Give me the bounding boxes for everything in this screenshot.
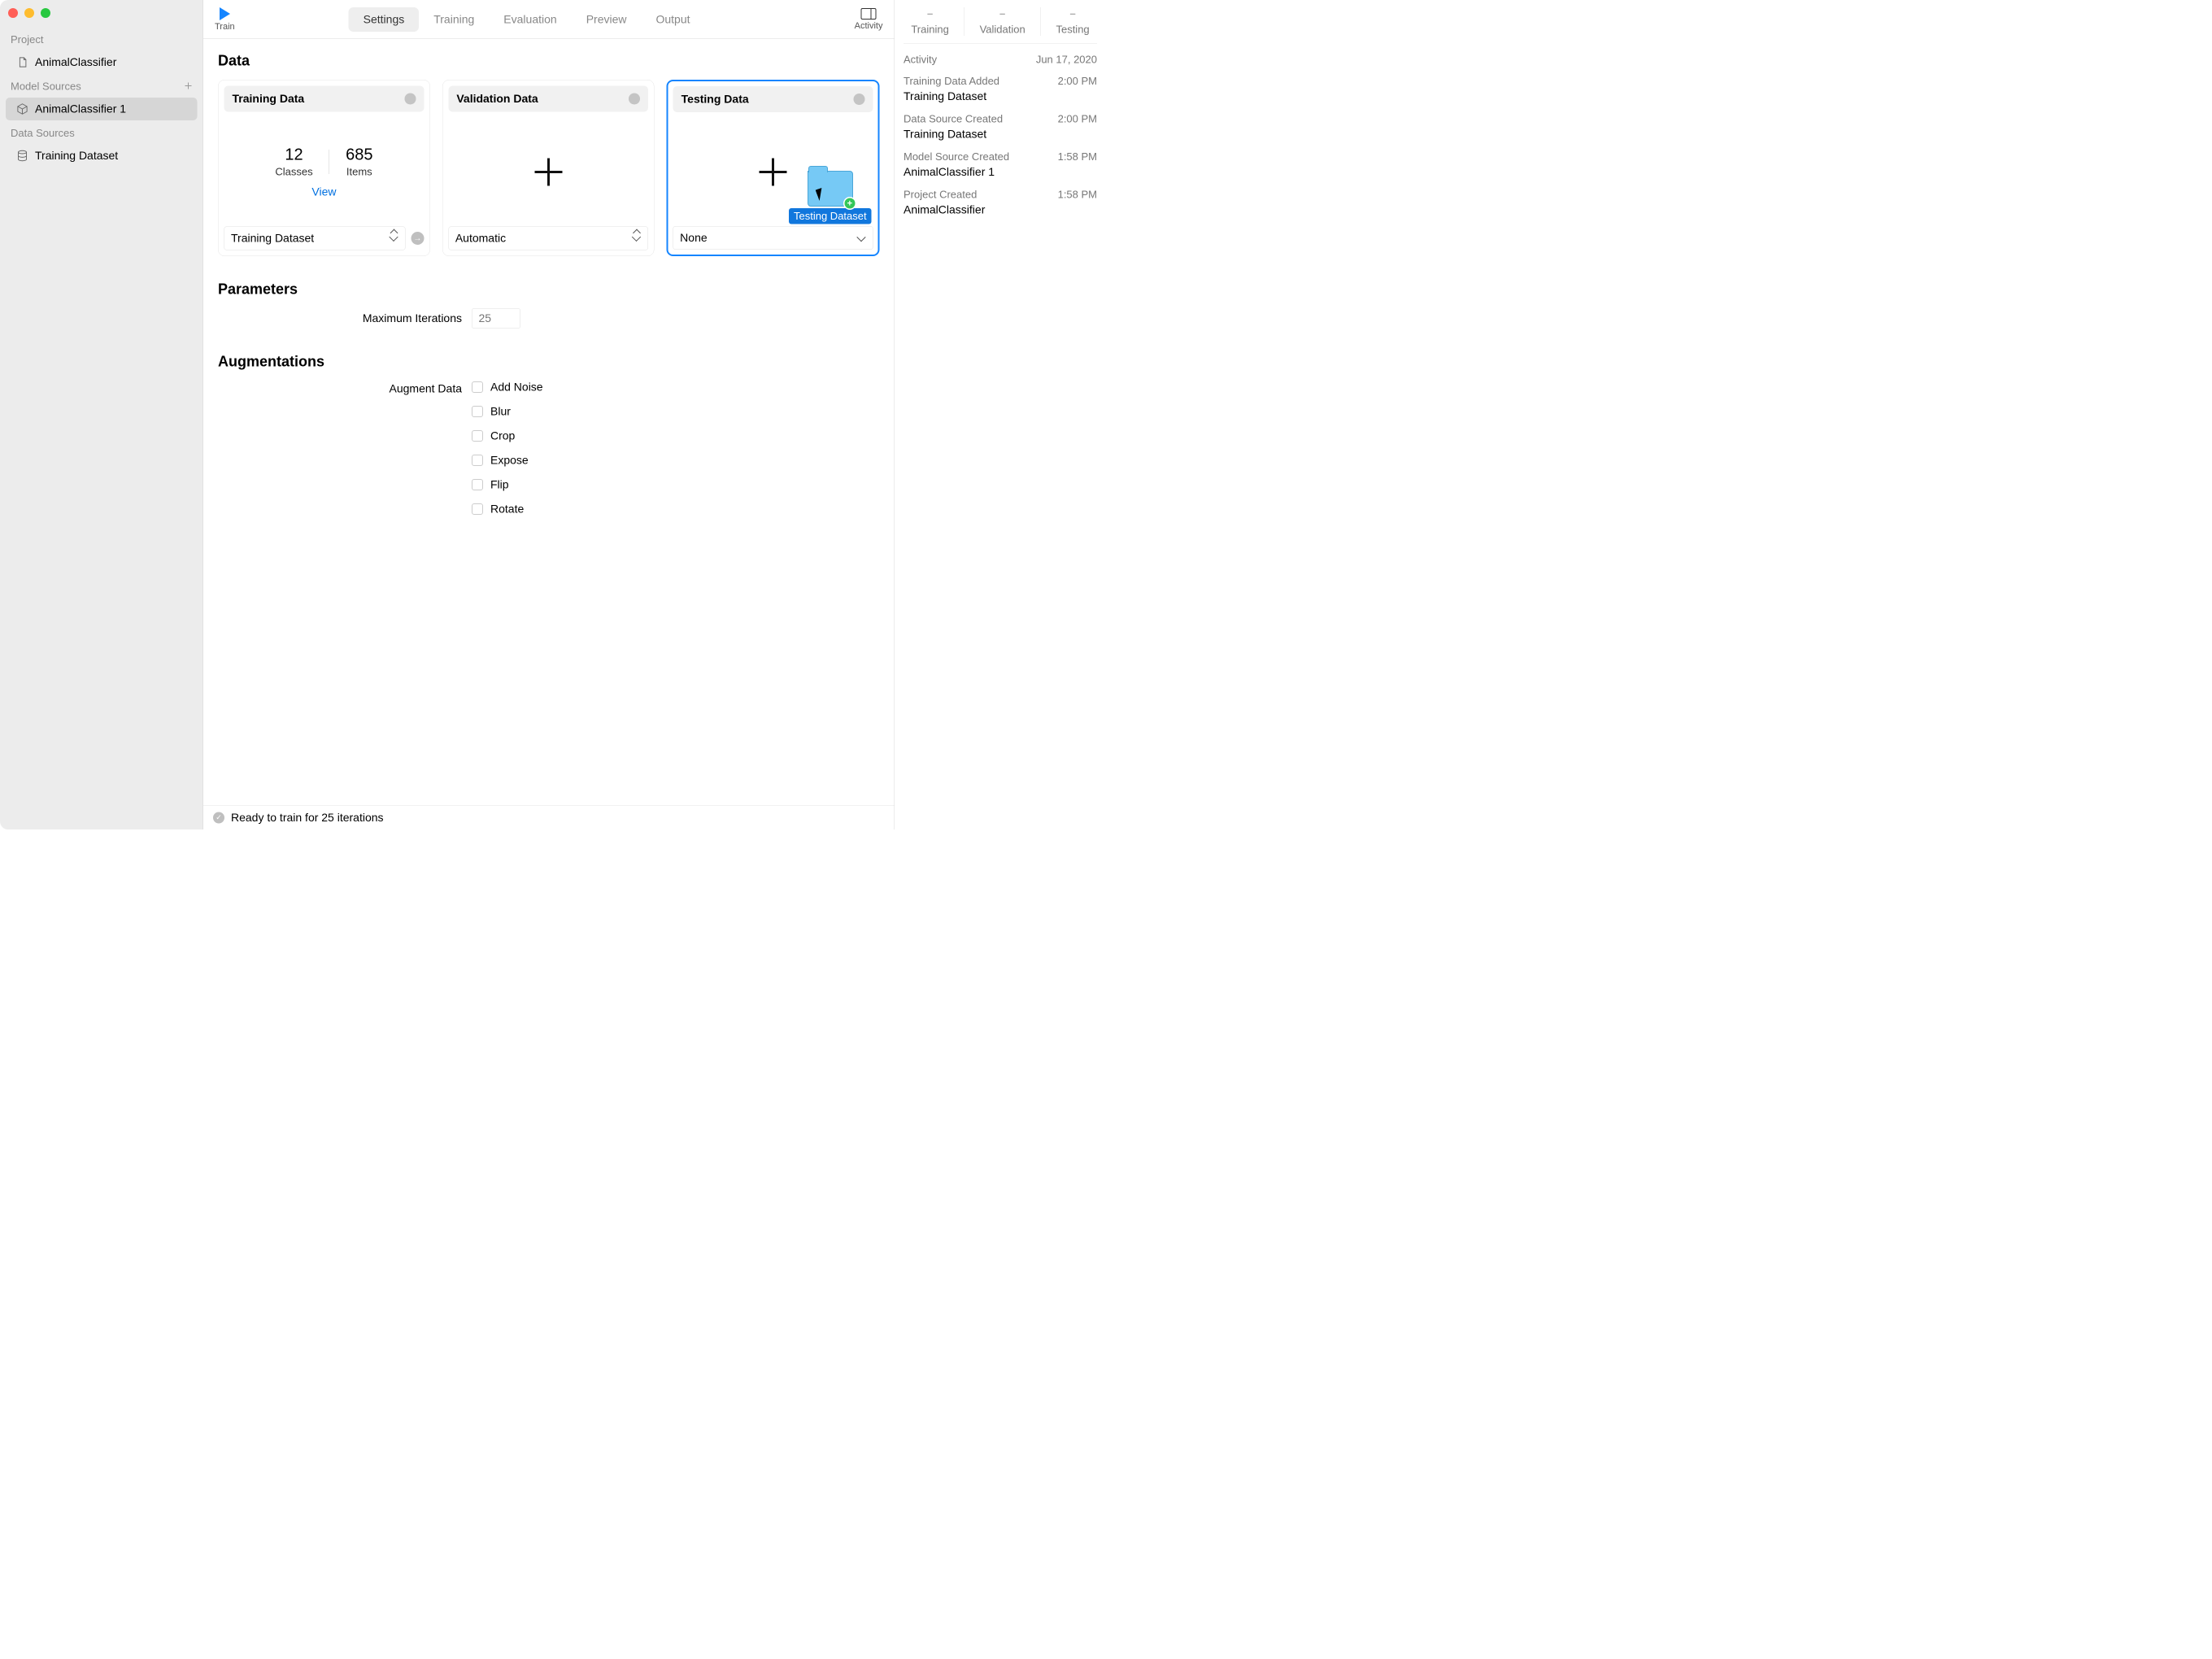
checkbox-icon[interactable] (472, 381, 483, 393)
add-model-source-icon[interactable] (184, 81, 194, 90)
activity-item[interactable]: Data Source Created2:00 PM Training Data… (904, 113, 1097, 142)
metric-testing-value: – (1056, 7, 1089, 20)
activity-list: Training Data Added2:00 PM Training Data… (904, 75, 1097, 216)
toolbar: Train Settings Training Evaluation Previ… (203, 0, 895, 39)
augment-data-label: Augment Data (218, 381, 462, 395)
metric-validation-label: Validation (980, 24, 1025, 37)
metrics-row: – Training – Validation – Testing (904, 7, 1097, 44)
statusbar: Ready to train for 25 iterations (203, 805, 895, 830)
sidebar-data-source-item[interactable]: Training Dataset (6, 145, 198, 168)
augment-option-crop[interactable]: Crop (472, 429, 543, 442)
content-area: Data Training Data 12 Classes (203, 39, 895, 805)
metric-testing-label: Testing (1056, 24, 1089, 37)
metric-training-value: – (911, 7, 948, 20)
activity-header-label: Activity (904, 54, 937, 67)
window-controls (8, 8, 50, 18)
activity-header-date: Jun 17, 2020 (1036, 54, 1097, 67)
training-dataset-dropdown[interactable]: Training Dataset (224, 227, 406, 250)
validation-card-title: Validation Data (456, 93, 538, 106)
metric-validation-value: – (980, 7, 1025, 20)
sidebar: Project AnimalClassifier Model Sources A… (0, 0, 203, 830)
train-button-label: Train (215, 21, 235, 32)
minimize-window-button[interactable] (24, 8, 34, 18)
section-title-parameters: Parameters (218, 281, 880, 298)
section-title-augmentations: Augmentations (218, 353, 880, 370)
play-icon (220, 7, 230, 20)
section-title-data: Data (218, 52, 880, 69)
checkbox-icon[interactable] (472, 406, 483, 417)
checkbox-icon[interactable] (472, 479, 483, 490)
add-validation-data-icon[interactable] (534, 159, 562, 186)
testing-dataset-dropdown[interactable]: None (673, 226, 873, 250)
main-area: Train Settings Training Evaluation Previ… (203, 0, 895, 830)
cube-icon (16, 103, 28, 115)
sidebar-data-source-name: Training Dataset (35, 150, 118, 163)
main-tabs: Settings Training Evaluation Preview Out… (349, 7, 705, 32)
training-card-title: Training Data (233, 93, 305, 106)
checkbox-icon[interactable] (472, 455, 483, 466)
sidebar-project-item[interactable]: AnimalClassifier (6, 51, 198, 74)
go-to-dataset-icon[interactable] (411, 232, 424, 245)
augment-option-expose[interactable]: Expose (472, 454, 543, 467)
status-check-icon (213, 812, 224, 823)
metric-training-label: Training (911, 24, 948, 37)
activity-pane: – Training – Validation – Testing Activi… (895, 0, 1106, 830)
training-classes-label: Classes (275, 166, 312, 179)
sidebar-section-datasources-label: Data Sources (0, 122, 203, 143)
augmentation-options: Add Noise Blur Crop Expose Flip Rotate (472, 381, 543, 516)
activity-toggle-button[interactable]: Activity (855, 8, 883, 31)
validation-dataset-dropdown[interactable]: Automatic (448, 227, 648, 250)
sidebar-section-project-label: Project (0, 28, 203, 50)
close-window-button[interactable] (8, 8, 18, 18)
refresh-icon[interactable] (404, 94, 416, 105)
checkbox-icon[interactable] (472, 503, 483, 515)
activity-item[interactable]: Project Created1:58 PM AnimalClassifier (904, 189, 1097, 217)
activity-item[interactable]: Model Source Created1:58 PM AnimalClassi… (904, 150, 1097, 179)
data-cards-row: Training Data 12 Classes (218, 80, 880, 256)
tab-evaluation[interactable]: Evaluation (489, 7, 571, 32)
max-iterations-input[interactable] (472, 308, 520, 329)
sidebar-project-name: AnimalClassifier (35, 56, 116, 69)
tab-training[interactable]: Training (419, 7, 489, 32)
activity-item[interactable]: Training Data Added2:00 PM Training Data… (904, 75, 1097, 103)
testing-card-title: Testing Data (681, 93, 749, 106)
tab-settings[interactable]: Settings (349, 7, 420, 32)
augment-option-add-noise[interactable]: Add Noise (472, 381, 543, 394)
sidebar-model-source-name: AnimalClassifier 1 (35, 102, 126, 115)
training-items-label: Items (346, 166, 372, 179)
database-icon (16, 150, 28, 162)
validation-data-card: Validation Data Automatic (442, 80, 655, 256)
refresh-icon[interactable] (854, 94, 865, 105)
divider (1040, 7, 1041, 36)
augment-option-rotate[interactable]: Rotate (472, 503, 543, 516)
tab-output[interactable]: Output (641, 7, 704, 32)
train-button[interactable]: Train (215, 7, 235, 32)
checkbox-icon[interactable] (472, 430, 483, 442)
status-text: Ready to train for 25 iterations (231, 811, 384, 824)
activity-toggle-label: Activity (855, 20, 883, 31)
sidebar-section-modelsources-label: Model Sources (0, 76, 92, 97)
sidebar-model-source-item[interactable]: AnimalClassifier 1 (6, 98, 198, 120)
document-icon (16, 56, 28, 68)
testing-data-card[interactable]: Testing Data None (667, 80, 880, 256)
training-classes-value: 12 (275, 146, 312, 164)
add-testing-data-icon[interactable] (760, 159, 787, 186)
training-items-value: 685 (346, 146, 372, 164)
training-data-card: Training Data 12 Classes (218, 80, 430, 256)
augment-option-blur[interactable]: Blur (472, 405, 543, 418)
max-iterations-label: Maximum Iterations (218, 312, 462, 325)
training-view-link[interactable]: View (311, 185, 336, 198)
tab-preview[interactable]: Preview (572, 7, 642, 32)
augment-option-flip[interactable]: Flip (472, 478, 543, 491)
maximize-window-button[interactable] (41, 8, 50, 18)
sidebar-icon (861, 8, 877, 20)
refresh-icon[interactable] (629, 94, 640, 105)
divider (329, 150, 330, 174)
